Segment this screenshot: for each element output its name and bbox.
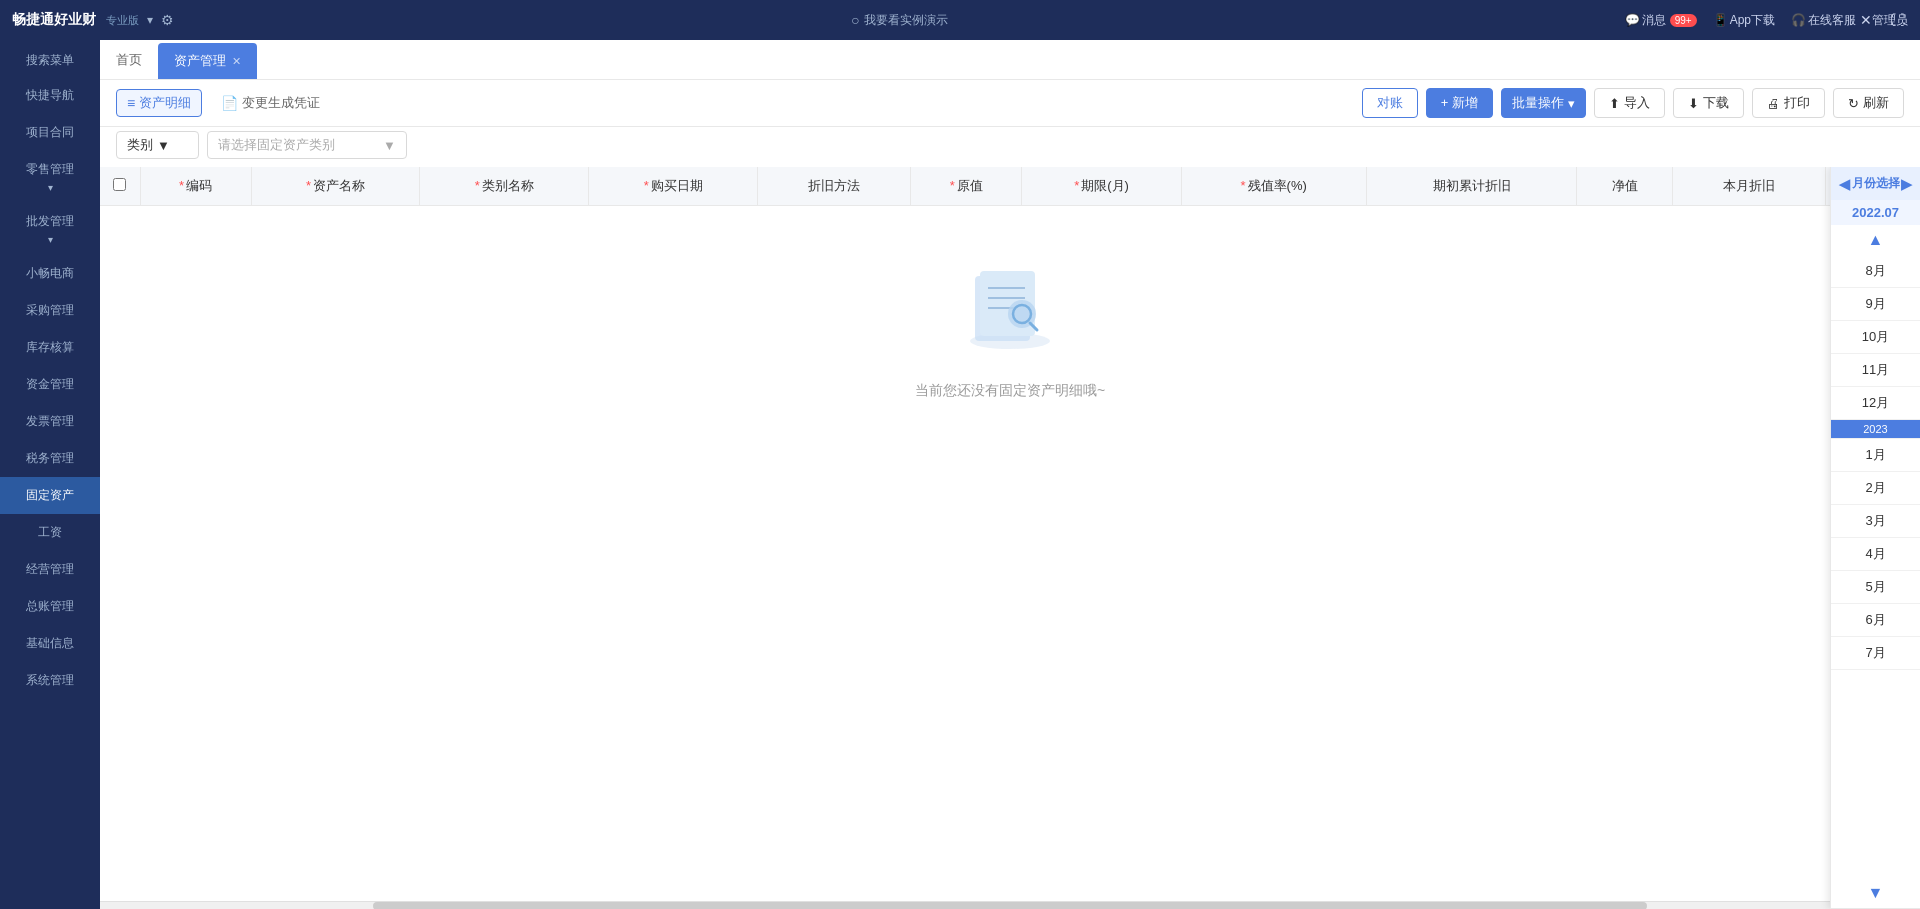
window-close-btn[interactable]: ✕ <box>1852 6 1880 34</box>
sidebar-item-retail[interactable]: 零售管理 ▾ <box>0 151 100 203</box>
app-edition: 专业版 <box>106 13 139 28</box>
sub-tab-asset-detail[interactable]: ≡ 资产明细 <box>116 89 202 117</box>
chevron-down-icon: ▼ <box>383 138 396 153</box>
chevron-down-icon: ▼ <box>157 138 170 153</box>
reconcile-button[interactable]: 对账 <box>1362 88 1418 118</box>
chevron-down-icon: ▾ <box>48 234 53 245</box>
month-item-7[interactable]: 7月 <box>1831 637 1920 670</box>
sidebar-item-invoice[interactable]: 发票管理 <box>0 403 100 440</box>
empty-text: 当前您还没有固定资产明细哦~ <box>915 382 1105 400</box>
sidebar-item-operations[interactable]: 经营管理 <box>0 551 100 588</box>
col-purchase-date: *购买日期 <box>589 167 758 206</box>
quick-nav-label: 快捷导航 <box>26 87 74 104</box>
message-btn[interactable]: 💬 消息 99+ <box>1625 12 1697 29</box>
col-category: *类别名称 <box>420 167 589 206</box>
download-icon: ⬇ <box>1688 96 1699 111</box>
select-all-checkbox[interactable] <box>100 167 140 206</box>
batch-button[interactable]: 批量操作 ▾ <box>1501 88 1586 118</box>
print-icon: 🖨 <box>1767 96 1780 111</box>
month-item-3[interactable]: 3月 <box>1831 505 1920 538</box>
sidebar-search[interactable]: 搜索菜单 <box>0 44 100 77</box>
chevron-down-icon: ▾ <box>48 182 53 193</box>
tab-asset-management[interactable]: 资产管理 ✕ <box>158 43 257 79</box>
month-item-4[interactable]: 4月 <box>1831 538 1920 571</box>
chevron-down-icon: ▾ <box>1568 96 1575 111</box>
col-term: *期限(月) <box>1022 167 1181 206</box>
month-list: 8月 9月 10月 11月 12月 2023 1月 2月 3月 4月 5月 6月… <box>1831 255 1920 878</box>
headset-icon: 🎧 <box>1791 13 1806 27</box>
settings-icon[interactable]: ⚙ <box>161 12 174 28</box>
mobile-icon: 📱 <box>1713 13 1728 27</box>
sidebar-item-tax[interactable]: 税务管理 <box>0 440 100 477</box>
category-input[interactable]: 请选择固定资产类别 ▼ <box>207 131 407 159</box>
horizontal-scrollbar[interactable] <box>100 901 1920 909</box>
current-year-label: 2022.07 <box>1831 200 1920 225</box>
month-item-5[interactable]: 5月 <box>1831 571 1920 604</box>
import-icon: ⬆ <box>1609 96 1620 111</box>
month-down-arrow[interactable]: ▼ <box>1831 878 1920 908</box>
month-up-arrow[interactable]: ▲ <box>1831 225 1920 255</box>
add-button[interactable]: + 新增 <box>1426 88 1493 118</box>
sidebar-item-inventory[interactable]: 库存核算 <box>0 329 100 366</box>
download-button[interactable]: ⬇ 下载 <box>1673 88 1744 118</box>
month-picker-title: 月份选择 <box>1852 175 1900 192</box>
current-year-badge: 2023 <box>1831 420 1920 439</box>
month-picker-toggle-left[interactable]: ◀ <box>1839 176 1850 192</box>
tab-home[interactable]: 首页 <box>100 43 158 79</box>
col-original-value: *原值 <box>911 167 1022 206</box>
app-logo: 畅捷通好业财 <box>12 11 96 29</box>
col-depreciation-method: 折旧方法 <box>758 167 911 206</box>
sidebar-item-project[interactable]: 项目合同 <box>0 114 100 151</box>
month-item-6[interactable]: 6月 <box>1831 604 1920 637</box>
category-filter[interactable]: 类别 ▼ <box>116 131 199 159</box>
sidebar-item-system[interactable]: 系统管理 <box>0 662 100 699</box>
print-button[interactable]: 🖨 打印 <box>1752 88 1825 118</box>
month-item-2[interactable]: 2月 <box>1831 472 1920 505</box>
sub-tab-change-voucher[interactable]: 📄 变更生成凭证 <box>210 89 331 117</box>
col-name: *资产名称 <box>251 167 420 206</box>
sidebar-item-basics[interactable]: 基础信息 <box>0 625 100 662</box>
empty-state: 当前您还没有固定资产明细哦~ <box>100 206 1920 440</box>
message-icon: 💬 <box>1625 13 1640 27</box>
refresh-button[interactable]: ↻ 刷新 <box>1833 88 1904 118</box>
sidebar-item-salary[interactable]: 工资 <box>0 514 100 551</box>
tab-close-icon[interactable]: ✕ <box>232 55 241 68</box>
month-item-8[interactable]: 8月 <box>1831 255 1920 288</box>
month-picker-panel: ◀ 月份选择 ▶ 2022.07 ▲ 8月 9月 10月 11月 12月 202… <box>1830 167 1920 909</box>
refresh-icon: ↻ <box>1848 96 1859 111</box>
window-maximize-btn[interactable]: ⛶ <box>1884 6 1912 34</box>
col-initial-depreciation: 期初累计折旧 <box>1366 167 1577 206</box>
col-monthly-depreciation: 本月折旧 <box>1672 167 1825 206</box>
import-button[interactable]: ⬆ 导入 <box>1594 88 1665 118</box>
month-item-12[interactable]: 12月 <box>1831 387 1920 420</box>
demo-icon: ○ <box>851 12 859 28</box>
demo-link[interactable]: ○ 我要看实例演示 <box>851 12 947 29</box>
month-item-9[interactable]: 9月 <box>1831 288 1920 321</box>
doc-icon: 📄 <box>221 95 238 111</box>
month-item-10[interactable]: 10月 <box>1831 321 1920 354</box>
col-net-value: 净值 <box>1577 167 1672 206</box>
list-icon: ≡ <box>127 95 135 111</box>
sidebar-item-ecommerce[interactable]: 小畅电商 <box>0 255 100 292</box>
online-service-btn[interactable]: 🎧 在线客服 <box>1791 12 1856 29</box>
message-badge: 99+ <box>1670 14 1697 27</box>
app-download-btn[interactable]: 📱 App下载 <box>1713 12 1775 29</box>
col-code: *编码 <box>140 167 251 206</box>
sidebar-item-finance[interactable]: 资金管理 <box>0 366 100 403</box>
sidebar-item-ledger[interactable]: 总账管理 <box>0 588 100 625</box>
col-residual-rate: *残值率(%) <box>1181 167 1366 206</box>
chevron-down-icon[interactable]: ▾ <box>147 13 153 27</box>
month-item-1[interactable]: 1月 <box>1831 439 1920 472</box>
month-picker-toggle-right[interactable]: ▶ <box>1901 176 1912 192</box>
month-item-11[interactable]: 11月 <box>1831 354 1920 387</box>
sidebar-item-fixed-assets[interactable]: 固定资产 <box>0 477 100 514</box>
sidebar-item-wholesale[interactable]: 批发管理 ▾ <box>0 203 100 255</box>
sidebar-item-quick-nav[interactable]: 快捷导航 <box>0 77 100 114</box>
sidebar-item-purchase[interactable]: 采购管理 <box>0 292 100 329</box>
